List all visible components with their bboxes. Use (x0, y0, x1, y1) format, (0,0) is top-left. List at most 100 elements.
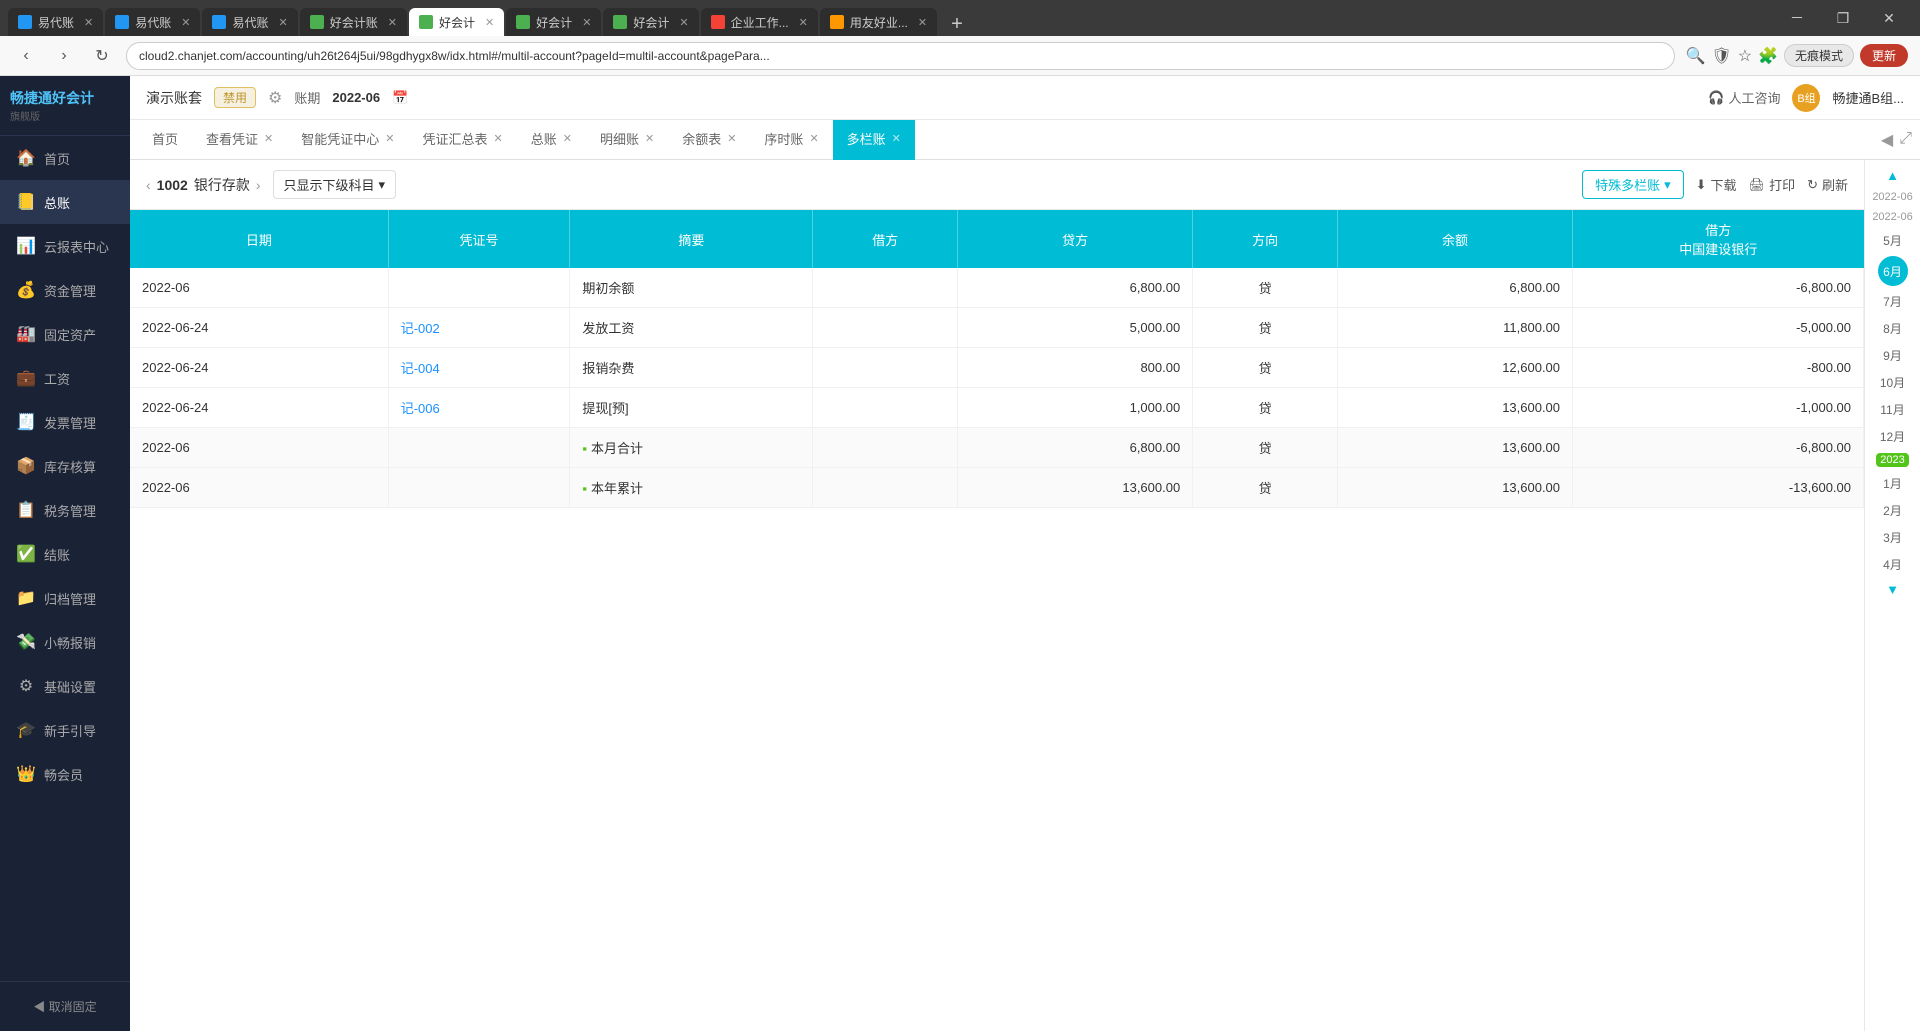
back-button[interactable]: ‹ (12, 42, 40, 70)
tab-vouchers[interactable]: 查看凭证 ✕ (192, 120, 287, 160)
extensions-icon[interactable]: 🧩 (1758, 46, 1778, 66)
voucher-link-2[interactable]: 记-004 (401, 361, 440, 376)
cancel-pin-button[interactable]: ◀ 取消固定 (10, 992, 120, 1021)
date-month-8[interactable]: 8月 (1865, 315, 1920, 342)
window-minimize-btn[interactable]: － (1774, 0, 1820, 36)
browser-tab-5[interactable]: 好会计 ✕ (409, 8, 504, 36)
cell-voucher-1[interactable]: 记-002 (388, 308, 570, 348)
browser-tab-3[interactable]: 易代账 ✕ (202, 8, 297, 36)
filter-select[interactable]: 只显示下级科目 ▾ (273, 170, 397, 199)
new-tab-button[interactable]: + (945, 13, 969, 36)
year-2023-badge[interactable]: 2023 (1876, 453, 1908, 467)
tab-balance-sheet-close[interactable]: ✕ (727, 132, 736, 145)
date-month-2023-3[interactable]: 3月 (1865, 524, 1920, 551)
date-month-6-active[interactable]: 6月 (1878, 256, 1908, 286)
calendar-icon[interactable]: 📅 (392, 90, 408, 106)
date-month-5[interactable]: 5月 (1865, 227, 1920, 254)
voucher-link-1[interactable]: 记-002 (401, 321, 440, 336)
sidebar-item-invoice[interactable]: 🧾 发票管理 (0, 400, 130, 444)
sidebar-item-home[interactable]: 🏠 首页 (0, 136, 130, 180)
sidebar-item-tax[interactable]: 📋 税务管理 (0, 488, 130, 532)
tab-voucher-summary-close[interactable]: ✕ (494, 132, 503, 145)
tab-close-7[interactable]: ✕ (679, 16, 688, 29)
multi-col-button[interactable]: 特殊多栏账 ▾ (1582, 170, 1684, 199)
browser-tab-4[interactable]: 好会计账 ✕ (300, 8, 407, 36)
browser-tab-2[interactable]: 易代账 ✕ (105, 8, 200, 36)
refresh-button[interactable]: ↻ 刷新 (1807, 175, 1848, 194)
date-panel-up-arrow[interactable]: ▲ (1886, 164, 1899, 187)
sidebar-item-settings[interactable]: ⚙ 基础设置 (0, 664, 130, 708)
sidebar-item-assets[interactable]: 🏭 固定资产 (0, 312, 130, 356)
expand-icon[interactable]: ⤢ (1899, 130, 1912, 150)
update-button[interactable]: 更新 (1860, 44, 1908, 67)
browser-tab-8[interactable]: 企业工作... ✕ (701, 8, 818, 36)
tab-general-ledger-close[interactable]: ✕ (563, 132, 572, 145)
search-icon[interactable]: 🔍 (1685, 46, 1705, 66)
sidebar-item-ledger[interactable]: 📒 总账 (0, 180, 130, 224)
shield-icon[interactable]: 🛡 (1711, 46, 1731, 66)
cell-voucher-3[interactable]: 记-006 (388, 388, 570, 428)
date-month-9[interactable]: 9月 (1865, 342, 1920, 369)
tab-close-4[interactable]: ✕ (388, 16, 397, 29)
voucher-link-3[interactable]: 记-006 (401, 401, 440, 416)
tab-smart-vouchers[interactable]: 智能凭证中心 ✕ (287, 120, 408, 160)
browser-tab-1[interactable]: 易代账 ✕ (8, 8, 103, 36)
date-month-7[interactable]: 7月 (1865, 288, 1920, 315)
sidebar-item-member[interactable]: 👑 畅会员 (0, 752, 130, 796)
sidebar-item-payroll[interactable]: 💼 工资 (0, 356, 130, 400)
browser-tab-9[interactable]: 用友好业... ✕ (820, 8, 937, 36)
tax-icon: 📋 (16, 500, 36, 520)
date-month-10[interactable]: 10月 (1865, 369, 1920, 396)
sidebar-item-inventory[interactable]: 📦 库存核算 (0, 444, 130, 488)
browser-tab-7[interactable]: 好会计 ✕ (603, 8, 698, 36)
cell-voucher-2[interactable]: 记-004 (388, 348, 570, 388)
tab-close-6[interactable]: ✕ (582, 16, 591, 29)
date-month-2023-4[interactable]: 4月 (1865, 551, 1920, 578)
print-button[interactable]: 🖨 打印 (1749, 175, 1796, 194)
tab-multi-col[interactable]: 多栏账 ✕ (833, 120, 915, 160)
date-month-11[interactable]: 11月 (1865, 396, 1920, 423)
star-icon[interactable]: ☆ (1738, 46, 1752, 66)
tab-detail-ledger-close[interactable]: ✕ (645, 132, 654, 145)
sidebar-item-guide[interactable]: 🎓 新手引导 (0, 708, 130, 752)
tab-journal-close[interactable]: ✕ (809, 132, 818, 145)
tab-close-1[interactable]: ✕ (84, 16, 93, 29)
tab-close-9[interactable]: ✕ (918, 16, 927, 29)
window-close-btn[interactable]: ✕ (1866, 0, 1912, 36)
window-maximize-btn[interactable]: ❐ (1820, 0, 1866, 36)
sidebar-item-close-accounts[interactable]: ✅ 结账 (0, 532, 130, 576)
tab-journal[interactable]: 序时账 ✕ (750, 120, 832, 160)
collapse-left-icon[interactable]: ◀ (1881, 130, 1893, 150)
date-month-2023-2[interactable]: 2月 (1865, 497, 1920, 524)
address-input[interactable] (126, 42, 1675, 70)
tab-voucher-summary[interactable]: 凭证汇总表 ✕ (408, 120, 516, 160)
tab-home[interactable]: 首页 (138, 120, 192, 160)
forward-button[interactable]: › (50, 42, 78, 70)
sidebar-item-funds[interactable]: 💰 资金管理 (0, 268, 130, 312)
tab-smart-vouchers-close[interactable]: ✕ (385, 132, 394, 145)
tab-multi-col-close[interactable]: ✕ (892, 132, 901, 145)
sidebar-item-expense[interactable]: 💸 小畅报销 (0, 620, 130, 664)
settings-gear-icon[interactable]: ⚙ (268, 88, 282, 108)
tab-close-2[interactable]: ✕ (181, 16, 190, 29)
tab-close-8[interactable]: ✕ (799, 16, 808, 29)
tab-close-5[interactable]: ✕ (485, 16, 494, 29)
tab-vouchers-close[interactable]: ✕ (264, 132, 273, 145)
next-account-button[interactable]: › (256, 177, 261, 193)
date-month-2023-1[interactable]: 1月 (1865, 470, 1920, 497)
sidebar-item-archive[interactable]: 📁 归档管理 (0, 576, 130, 620)
tab-detail-ledger[interactable]: 明细账 ✕ (586, 120, 668, 160)
browser-tab-6[interactable]: 好会计 ✕ (506, 8, 601, 36)
service-button[interactable]: 🎧 人工咨询 (1708, 88, 1780, 107)
sidebar-item-reports[interactable]: 📊 云报表中心 (0, 224, 130, 268)
wuhen-mode-button[interactable]: 无痕模式 (1784, 44, 1854, 67)
tab-general-ledger[interactable]: 总账 ✕ (517, 120, 586, 160)
date-month-12[interactable]: 12月 (1865, 423, 1920, 450)
tab-close-3[interactable]: ✕ (278, 16, 287, 29)
prev-account-button[interactable]: ‹ (146, 177, 151, 193)
refresh-button[interactable]: ↻ (88, 42, 116, 70)
download-button[interactable]: ⬇ 下载 (1696, 175, 1737, 194)
tab-balance-sheet[interactable]: 余额表 ✕ (668, 120, 750, 160)
cell-debit-4 (813, 428, 958, 468)
date-panel-down-arrow[interactable]: ▼ (1886, 578, 1899, 601)
